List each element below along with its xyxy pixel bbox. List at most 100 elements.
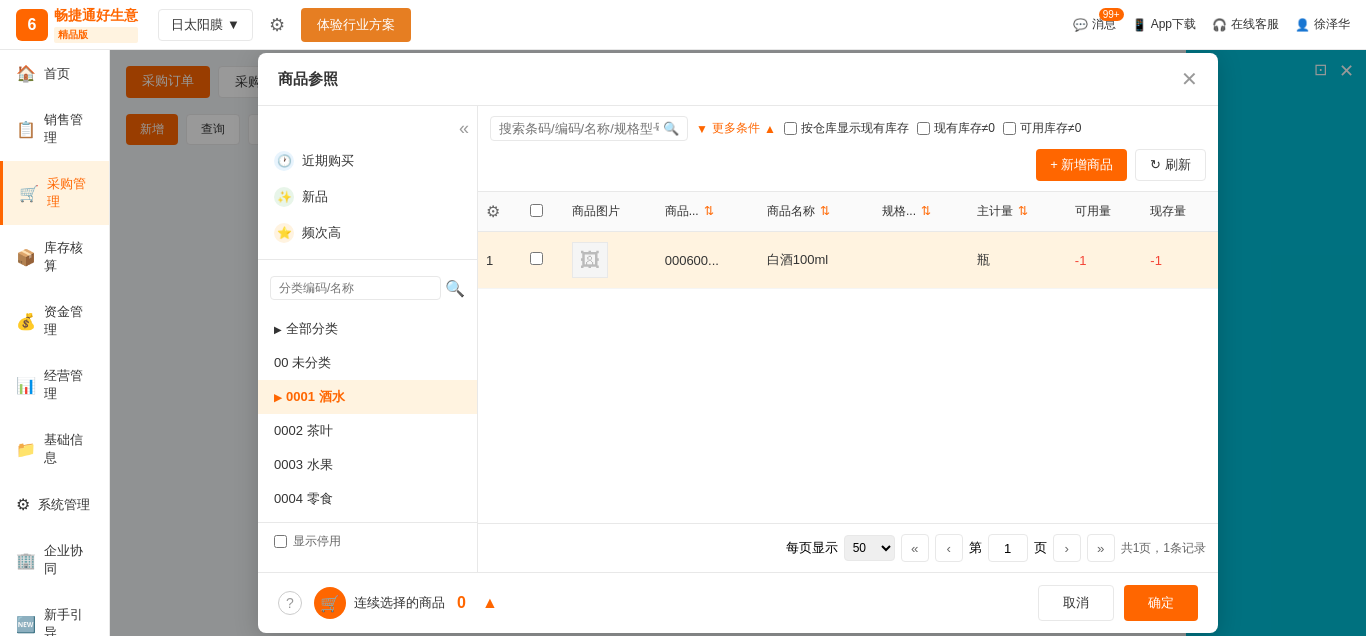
sidebar-item-system[interactable]: ⚙ 系统管理 [0,481,109,528]
message-icon: 💬 [1073,18,1088,32]
col-code[interactable]: 商品... ⇅ [657,192,759,232]
show-disabled-toggle[interactable]: 显示停用 [258,522,477,560]
next-page-btn[interactable]: › [1053,534,1081,562]
refresh-btn[interactable]: ↻ 刷新 [1135,149,1206,181]
category-list: ▶ 全部分类 00 未分类 ▶ 0001 酒水 0002 茶 [258,308,477,522]
purchase-icon: 🛒 [19,184,39,203]
app-download-btn[interactable]: 📱 App下载 [1132,16,1196,33]
current-stock-checkbox[interactable] [917,122,930,135]
cart-icon[interactable]: 🛒 [314,587,346,619]
sidebar-label-enterprise: 企业协同 [44,542,93,578]
online-service-btn[interactable]: 🎧 在线客服 [1212,16,1279,33]
collapse-left-btn[interactable]: « [459,118,469,139]
checkbox-available-stock[interactable]: 可用库存≠0 [1003,120,1081,137]
sidebar-item-finance[interactable]: 💰 资金管理 [0,289,109,353]
product-search-input[interactable] [499,121,659,136]
col-spec[interactable]: 规格... ⇅ [874,192,969,232]
cart-collapse-icon[interactable]: ▲ [482,594,498,612]
cart-area: 🛒 连续选择的商品 0 ▲ [314,587,498,619]
category-0001[interactable]: ▶ 0001 酒水 [258,380,477,414]
sidebar-item-sales[interactable]: 📋 销售管理 [0,97,109,161]
messages-btn[interactable]: 💬 消息 99+ [1073,16,1116,33]
checkbox-current-stock[interactable]: 现有库存≠0 [917,120,995,137]
user-menu[interactable]: 👤 徐泽华 [1295,16,1350,33]
modal-footer: ? 🛒 连续选择的商品 0 ▲ 取消 确定 [258,572,1218,633]
basic-icon: 📁 [16,440,36,459]
checkbox-warehouse-stock[interactable]: 按仓库显示现有库存 [784,120,909,137]
star-icon: ⭐ [274,223,294,243]
modal-overlay: 商品参照 ✕ « 🕐 近期购买 [110,50,1366,636]
modal-body: « 🕐 近期购买 ✨ 新品 ⭐ [258,106,1218,572]
name-sort-icon: ⇅ [820,204,830,218]
table-header: ⚙ 商品图片 商品... ⇅ [478,192,1218,232]
filter-funnel-icon: ▼ [696,122,708,136]
category-0004[interactable]: 0004 零食 [258,482,477,516]
modal-right-panel: 🔍 ▼ 更多条件 ▲ 按仓库显示现有库存 [478,106,1218,572]
show-disabled-checkbox[interactable] [274,535,287,548]
sidebar-label-operation: 经营管理 [44,367,93,403]
sidebar-item-basic[interactable]: 📁 基础信息 [0,417,109,481]
col-checkbox [522,192,564,232]
clock-icon: 🕐 [274,151,294,171]
page-number-input[interactable] [988,534,1028,562]
help-btn[interactable]: ? [278,591,302,615]
settings-icon[interactable]: ⚙ [261,9,293,41]
col-name[interactable]: 商品名称 ⇅ [759,192,874,232]
new-icon: ✨ [274,187,294,207]
cell-num: 1 [478,232,522,289]
col-settings: ⚙ [478,192,522,232]
col-stock: 现存量 [1142,192,1218,232]
modal-close-btn[interactable]: ✕ [1181,67,1198,91]
sidebar-label-finance: 资金管理 [44,303,93,339]
confirm-btn[interactable]: 确定 [1124,585,1198,621]
prev-page-btn[interactable]: ‹ [935,534,963,562]
finance-icon: 💰 [16,312,36,331]
category-search-btn[interactable]: 🔍 [445,279,465,298]
sidebar-label-home: 首页 [44,65,70,83]
sidebar-label-system: 系统管理 [38,496,90,514]
cell-check[interactable] [522,232,564,289]
category-all[interactable]: ▶ 全部分类 [258,312,477,346]
experience-btn[interactable]: 体验行业方案 [301,8,411,42]
sidebar-item-enterprise[interactable]: 🏢 企业协同 [0,528,109,592]
product-image: 🖼 [572,242,608,278]
nav-frequent-label: 频次高 [302,224,341,242]
category-00[interactable]: 00 未分类 [258,346,477,380]
first-page-btn[interactable]: « [901,534,929,562]
nav-recent-purchase[interactable]: 🕐 近期购买 [258,143,477,179]
dropdown-label: 日太阳膜 [171,16,223,34]
dropdown-branch[interactable]: 日太阳膜 ▼ [158,9,253,41]
dropdown-arrow-icon: ▼ [227,17,240,32]
more-filter-btn[interactable]: ▼ 更多条件 ▲ [696,120,776,137]
col-available: 可用量 [1067,192,1143,232]
product-search-box[interactable]: 🔍 [490,116,688,141]
sidebar-item-inventory[interactable]: 📦 库存核算 [0,225,109,289]
row-checkbox[interactable] [530,252,543,265]
messages-badge: 99+ [1099,8,1124,21]
add-product-btn[interactable]: + 新增商品 [1036,149,1127,181]
nav-new-products[interactable]: ✨ 新品 [258,179,477,215]
sidebar-item-purchase[interactable]: 🛒 采购管理 [0,161,109,225]
topbar: 6 畅捷通好生意 精品版 日太阳膜 ▼ ⚙ 体验行业方案 💬 消息 99+ 📱 … [0,0,1366,50]
nav-frequent[interactable]: ⭐ 频次高 [258,215,477,251]
guide-icon: 🆕 [16,615,36,634]
sidebar-item-guide[interactable]: 🆕 新手引导 [0,592,109,636]
category-search-input[interactable] [270,276,441,300]
cell-img: 🖼 [564,232,657,289]
cancel-btn[interactable]: 取消 [1038,585,1114,621]
last-page-btn[interactable]: » [1087,534,1115,562]
column-settings-icon[interactable]: ⚙ [486,203,500,220]
per-page-select[interactable]: 50 20 100 [844,535,895,561]
category-0003[interactable]: 0003 水果 [258,448,477,482]
product-search-icon[interactable]: 🔍 [663,121,679,136]
sidebar-item-operation[interactable]: 📊 经营管理 [0,353,109,417]
sidebar-item-home[interactable]: 🏠 首页 [0,50,109,97]
available-stock-checkbox[interactable] [1003,122,1016,135]
table-row[interactable]: 1 🖼 [478,232,1218,289]
warehouse-stock-checkbox[interactable] [784,122,797,135]
main-layout: 🏠 首页 📋 销售管理 🛒 采购管理 📦 库存核算 💰 资金管理 📊 经营管理 … [0,50,1366,636]
modal-left-nav: « 🕐 近期购买 ✨ 新品 ⭐ [258,118,477,260]
select-all-checkbox[interactable] [530,204,543,217]
col-unit[interactable]: 主计量 ⇅ [969,192,1067,232]
category-0002[interactable]: 0002 茶叶 [258,414,477,448]
